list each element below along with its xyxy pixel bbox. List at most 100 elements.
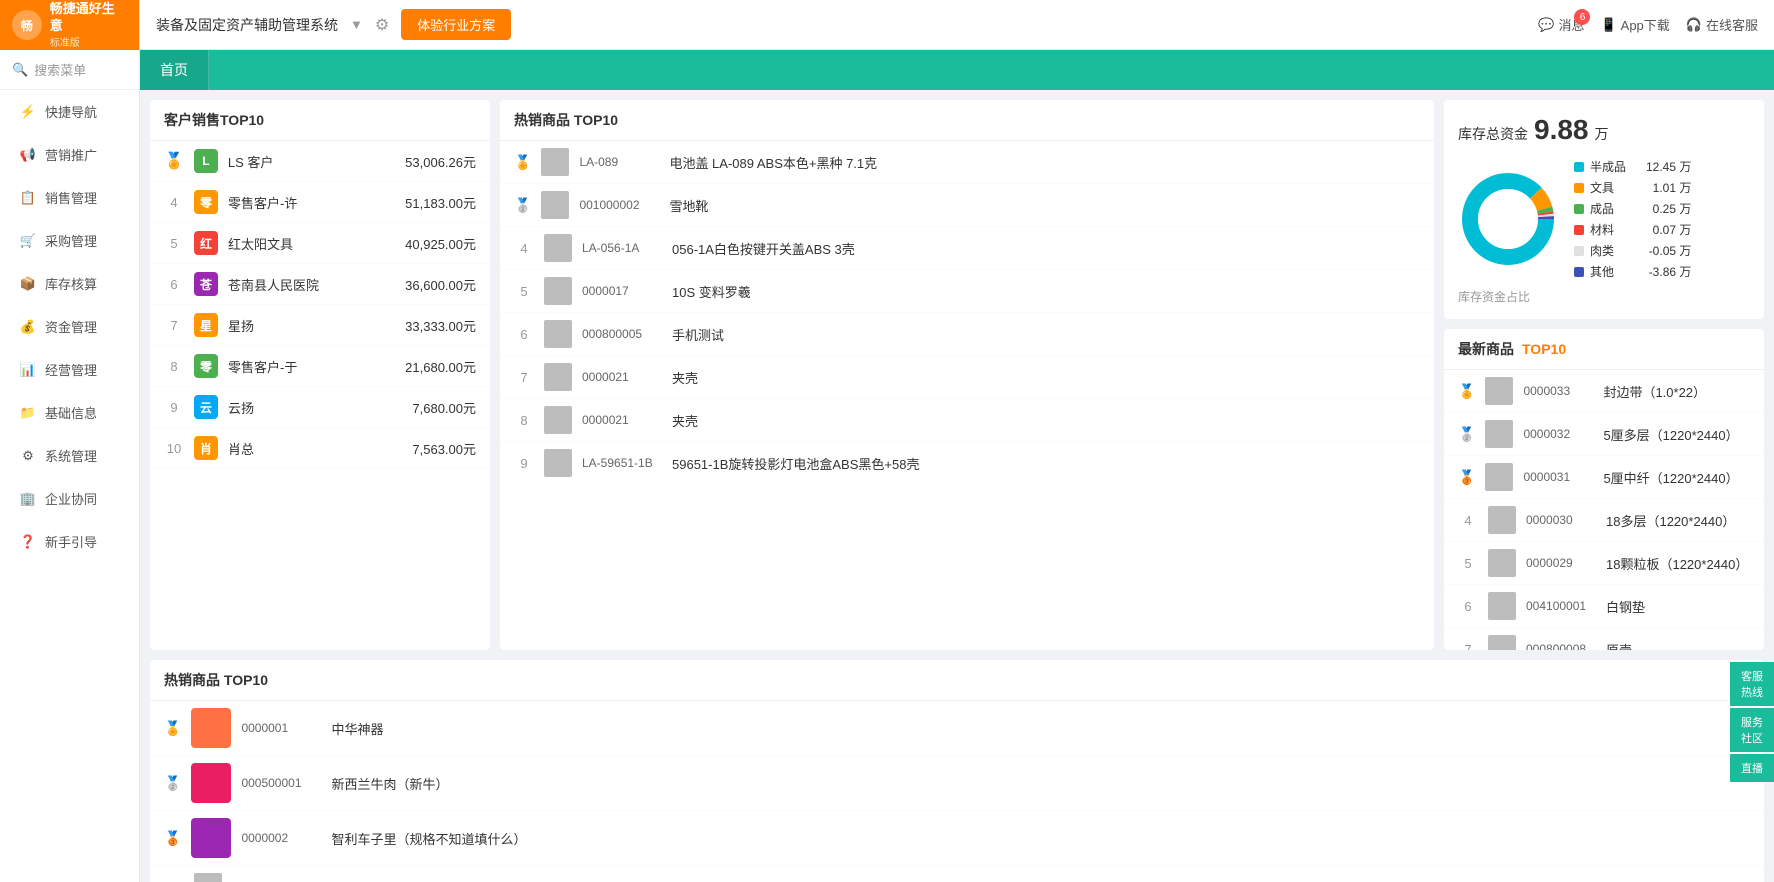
- donut-area: 半成品 12.45 万 文具 1.01 万: [1458, 158, 1750, 280]
- prod-rank-num: 7: [514, 370, 534, 385]
- sidebar-item-quick-nav[interactable]: ⚡ 快捷导航: [0, 90, 139, 133]
- legend-dot: [1574, 183, 1584, 193]
- inventory-legend: 半成品 12.45 万 文具 1.01 万: [1574, 158, 1691, 280]
- new-prod-medal-bronze: 🥉: [1458, 469, 1475, 486]
- tabbar: 首页: [140, 50, 1774, 90]
- customer-ranking-header: 客户销售TOP10: [150, 100, 490, 141]
- search-menu[interactable]: 🔍 搜索菜单: [0, 50, 139, 90]
- customer-rank-item: 9 云 云扬 7,680.00元: [150, 387, 490, 428]
- search-icon: 🔍: [12, 62, 28, 78]
- nav-icon-purchase: 🛒: [19, 232, 37, 250]
- rank-num: 10: [164, 441, 184, 456]
- legend-dot: [1574, 246, 1584, 256]
- prod-thumbnail: [544, 320, 572, 348]
- prod-img-thumbnail: [191, 763, 231, 803]
- nav-icon-ops: 📊: [19, 361, 37, 379]
- nav-icon-finance: 💰: [19, 318, 37, 336]
- legend-dot: [1574, 267, 1584, 277]
- hot-sales-right-header: 热销商品 TOP10: [500, 100, 1434, 141]
- legend-dot: [1574, 225, 1584, 235]
- top-panels: 客户销售TOP10 🏅 L LS 客户 53,006.26元 4 零 零售客户-…: [150, 100, 1764, 650]
- message-badge[interactable]: 💬 消息 6: [1538, 15, 1584, 34]
- new-prod-medal-silver: 🥈: [1458, 426, 1475, 443]
- sidebar-item-finance[interactable]: 💰 资金管理: [0, 305, 139, 348]
- sidebar-item-sales[interactable]: 📋 销售管理: [0, 176, 139, 219]
- sidebar-item-marketing[interactable]: 📢 营销推广: [0, 133, 139, 176]
- customer-service-hotline-button[interactable]: 客服 热线: [1730, 662, 1774, 706]
- new-prod-item: 4 0000030 18多层（1220*2440）: [1444, 499, 1764, 542]
- sidebar-logo: 畅 畅捷通好生意 标准版: [0, 0, 139, 50]
- hot-products-header: 热销商品 TOP10: [150, 660, 1764, 701]
- customer-badge: 肖: [194, 436, 218, 460]
- new-prod-thumbnail: [1488, 635, 1516, 650]
- service-community-button[interactable]: 服务 社区: [1730, 708, 1774, 752]
- prod-thumbnail: [544, 277, 572, 305]
- settings-icon[interactable]: ⚙: [375, 15, 389, 35]
- new-prod-medal-gold: 🏅: [1458, 383, 1475, 400]
- rank-num: 6: [164, 277, 184, 292]
- nav-icon-corp: 🏢: [19, 490, 37, 508]
- tab-home[interactable]: 首页: [140, 50, 209, 90]
- hot-products-panel: 热销商品 TOP10 🏅 0000001 中华神器 🥈 000500001: [150, 660, 1764, 882]
- new-prod-item: 🏅 0000033 封边带（1.0*22）: [1444, 370, 1764, 413]
- message-count-badge: 6: [1574, 9, 1590, 25]
- new-prod-item: 7 000800008 原壶: [1444, 628, 1764, 650]
- nav-icon-guide: ❓: [19, 533, 37, 551]
- inventory-title: 库存总资金 9.88 万: [1458, 114, 1750, 146]
- sidebar-item-guide[interactable]: ❓ 新手引导: [0, 520, 139, 563]
- customer-badge: 红: [194, 231, 218, 255]
- customer-rank-item: 7 星 星扬 33,333.00元: [150, 305, 490, 346]
- legend-item-other: 其他 -3.86 万: [1574, 263, 1691, 280]
- prod-item: 9 LA-59651-1B 59651-1B旋转投影灯电池盒ABS黑色+58壳: [500, 442, 1434, 481]
- right-panel: 库存总资金 9.88 万: [1444, 100, 1764, 650]
- new-prod-rank: 5: [1458, 556, 1478, 571]
- topbar-right: 💬 消息 6 📱 App下载 🎧 在线客服: [1538, 15, 1758, 34]
- prod-rank-num: 4: [514, 241, 534, 256]
- customer-badge: L: [194, 149, 218, 173]
- hot-prod-item: 🏅 0000001 中华神器: [150, 701, 1764, 756]
- new-prod-rank: 7: [1458, 642, 1478, 651]
- customer-badge: 星: [194, 313, 218, 337]
- nav-icon-system: ⚙: [19, 447, 37, 465]
- app-download[interactable]: 📱 App下载: [1600, 15, 1669, 34]
- new-prod-thumbnail: [1485, 420, 1513, 448]
- new-prod-thumbnail: [1485, 463, 1513, 491]
- sidebar-item-corp[interactable]: 🏢 企业协同: [0, 477, 139, 520]
- hot-sales-right-panel: 热销商品 TOP10 🏅 LA-089 电池盖 LA-089 ABS本色+黑种 …: [500, 100, 1434, 650]
- nav-icon-sales: 📋: [19, 189, 37, 207]
- customer-ranking-list: 🏅 L LS 客户 53,006.26元 4 零 零售客户-许 51,183.0…: [150, 141, 490, 469]
- prod-medal-gold: 🏅: [514, 154, 531, 171]
- rank-num: 9: [164, 400, 184, 415]
- sidebar-item-inventory[interactable]: 📦 库存核算: [0, 262, 139, 305]
- customer-ranking-panel: 客户销售TOP10 🏅 L LS 客户 53,006.26元 4 零 零售客户-…: [150, 100, 490, 650]
- online-service[interactable]: 🎧 在线客服: [1686, 15, 1758, 34]
- new-prod-item: 6 004100001 白钢垫: [1444, 585, 1764, 628]
- prod-thumbnail: [544, 363, 572, 391]
- prod-item: 6 000800005 手机测试: [500, 313, 1434, 356]
- sidebar-item-purchase[interactable]: 🛒 采购管理: [0, 219, 139, 262]
- prod-rank-num: 9: [514, 456, 534, 471]
- new-prod-thumbnail: [1485, 377, 1513, 405]
- legend-item-material: 材料 0.07 万: [1574, 221, 1691, 238]
- sidebar-item-base[interactable]: 📁 基础信息: [0, 391, 139, 434]
- logo-text: 畅捷通好生意 标准版: [50, 1, 127, 50]
- try-solution-button[interactable]: 体验行业方案: [401, 9, 511, 40]
- prod-item: 🏅 LA-089 电池盖 LA-089 ABS本色+黑种 7.1克: [500, 141, 1434, 184]
- bottom-panels: 热销商品 TOP10 🏅 0000001 中华神器 🥈 000500001: [150, 660, 1764, 882]
- system-name: 装备及固定资产辅助管理系统: [156, 15, 338, 35]
- prod-rank-num: 8: [514, 413, 534, 428]
- prod-img-thumbnail: [191, 708, 231, 748]
- live-broadcast-button[interactable]: 直播: [1730, 754, 1774, 782]
- sidebar-item-operations[interactable]: 📊 经营管理: [0, 348, 139, 391]
- hot-products-list: 🏅 0000001 中华神器 🥈 000500001 新西兰牛肉（新牛）: [150, 701, 1764, 882]
- legend-item-finished: 成品 0.25 万: [1574, 200, 1691, 217]
- inventory-panel: 库存总资金 9.88 万: [1444, 100, 1764, 319]
- new-prod-item: 5 0000029 18颗粒板（1220*2440）: [1444, 542, 1764, 585]
- prod-rank-num: 5: [514, 284, 534, 299]
- legend-dot: [1574, 204, 1584, 214]
- new-prod-thumbnail: [1488, 506, 1516, 534]
- sidebar-item-system[interactable]: ⚙ 系统管理: [0, 434, 139, 477]
- customer-rank-item: 4 零 零售客户-许 51,183.00元: [150, 182, 490, 223]
- dropdown-arrow-icon[interactable]: ▼: [350, 17, 363, 32]
- topbar: 装备及固定资产辅助管理系统 ▼ ⚙ 体验行业方案 💬 消息 6 📱 App下载 …: [140, 0, 1774, 50]
